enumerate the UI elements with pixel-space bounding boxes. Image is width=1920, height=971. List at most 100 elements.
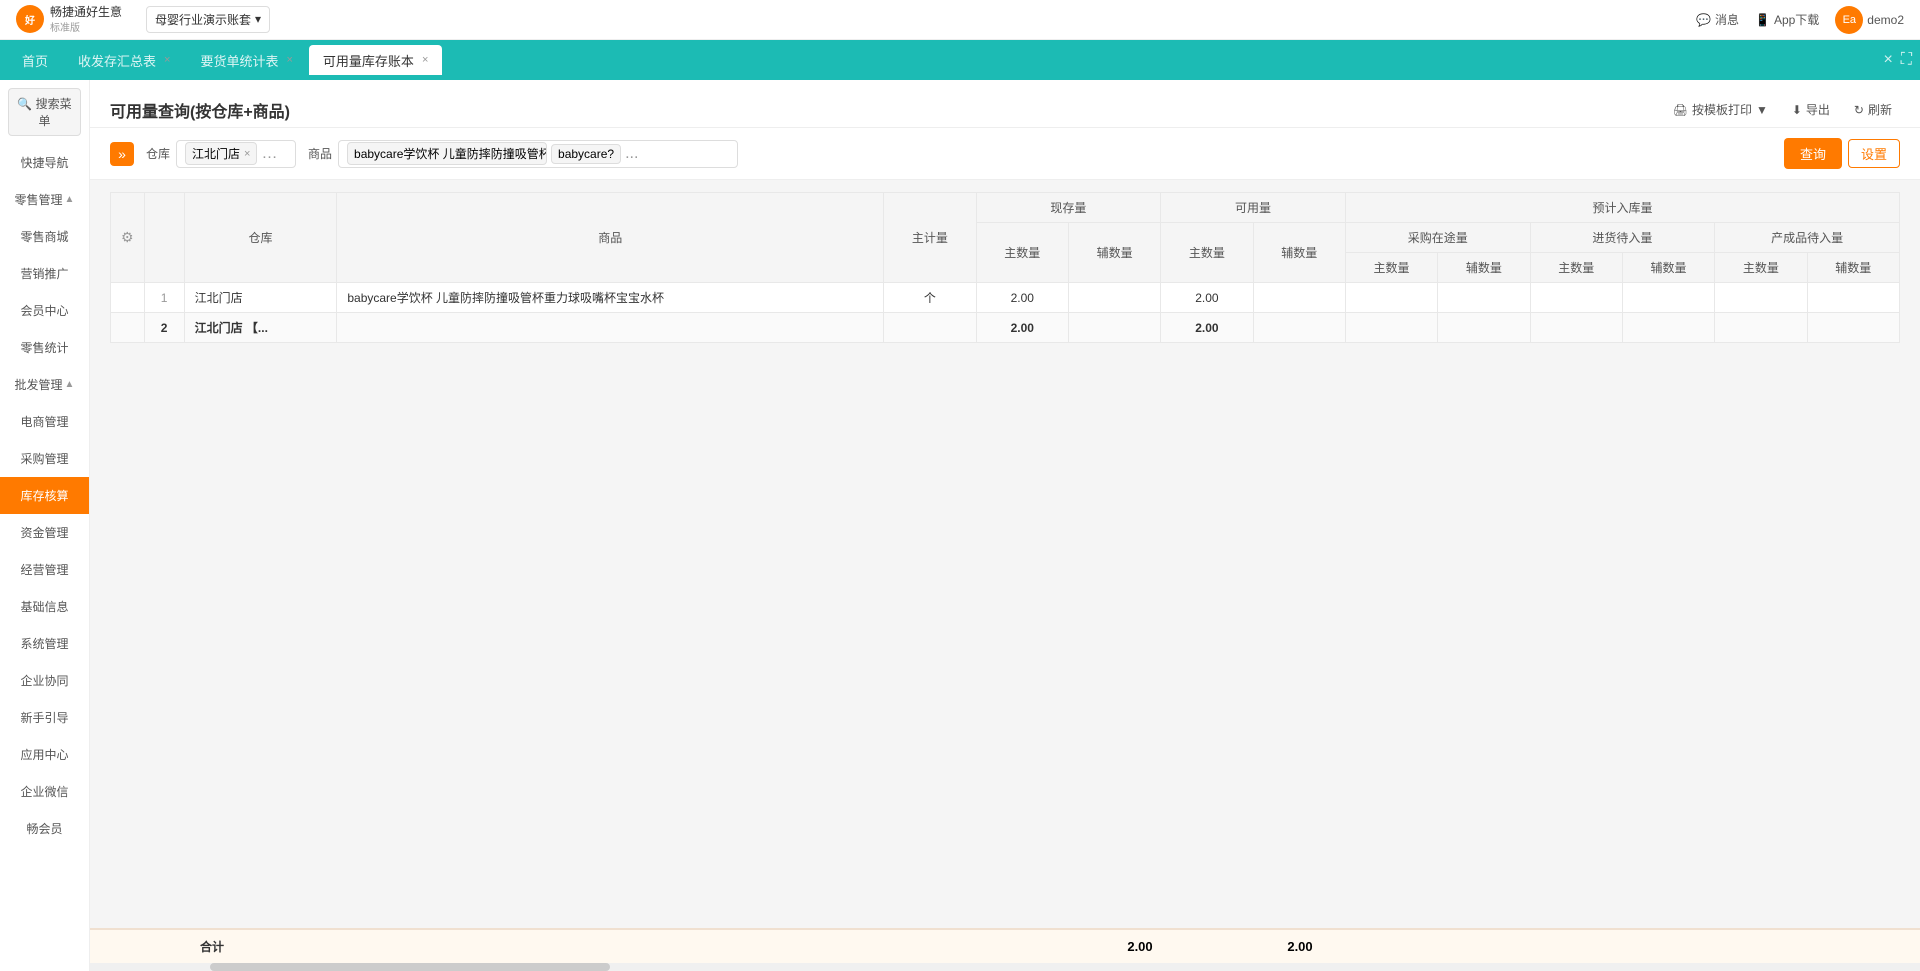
group-row: 2 江北门店 【... 2.00 2.00 bbox=[111, 313, 1900, 343]
tab-available-inventory[interactable]: 可用量库存账本 × bbox=[309, 45, 442, 75]
refresh-btn[interactable]: ↻ 刷新 bbox=[1846, 97, 1900, 122]
top-bar-right: 💬 消息 📱 App下载 Ea demo2 bbox=[1696, 6, 1904, 34]
product-tag-2: babycare? bbox=[551, 144, 621, 164]
tab-close-3[interactable]: × bbox=[422, 54, 428, 66]
group-stock-main: 2.00 bbox=[976, 313, 1068, 343]
th-num bbox=[144, 193, 184, 283]
th-available: 可用量 bbox=[1161, 193, 1346, 223]
footer-avail-main: 2.00 bbox=[1260, 939, 1340, 954]
scrollbar-thumb[interactable] bbox=[210, 963, 610, 971]
settings-btn[interactable]: 设置 bbox=[1848, 139, 1900, 168]
group-fin-pend-main bbox=[1715, 313, 1807, 343]
sidebar-item-retail-mall[interactable]: 零售商城 bbox=[0, 218, 89, 255]
row-unit: 个 bbox=[884, 283, 976, 313]
group-warehouse: 江北门店 【... bbox=[184, 313, 337, 343]
sidebar-item-wholesale-mgmt[interactable]: 批发管理 ▲ bbox=[0, 366, 89, 403]
sidebar-item-quick-nav[interactable]: 快捷导航 bbox=[0, 144, 89, 181]
sidebar-item-basic-info[interactable]: 基础信息 bbox=[0, 588, 89, 625]
sidebar-item-corp-collab[interactable]: 企业协同 bbox=[0, 662, 89, 699]
th-stock-main: 主数量 bbox=[976, 223, 1068, 283]
sidebar-item-retail-stats[interactable]: 零售统计 bbox=[0, 329, 89, 366]
sidebar-search-area: 🔍 搜索菜单 bbox=[0, 80, 89, 144]
warehouse-remove-btn[interactable]: × bbox=[244, 148, 250, 160]
filter-expand-btn[interactable]: » bbox=[110, 142, 134, 166]
table-area: ⚙ 仓库 商品 主计量 现存量 可用量 预计入库量 主数量 辅数量 主数量 bbox=[90, 180, 1920, 928]
tab-home-label: 首页 bbox=[22, 51, 48, 70]
group-unit bbox=[884, 313, 976, 343]
store-name: 母婴行业演示账套 bbox=[155, 11, 251, 28]
message-icon: 💬 bbox=[1696, 13, 1711, 27]
group-settings bbox=[111, 313, 145, 343]
template-dropdown-icon: ▼ bbox=[1756, 103, 1768, 117]
store-selector[interactable]: 母婴行业演示账套 ▾ bbox=[146, 6, 270, 33]
product-more-btn[interactable]: ... bbox=[625, 145, 638, 163]
tab-close-1[interactable]: × bbox=[164, 54, 170, 66]
app-download-btn[interactable]: 📱 App下载 bbox=[1755, 11, 1819, 28]
sidebar: 🔍 搜索菜单 快捷导航 零售管理 ▲ 零售商城 营销推广 会员中心 零售统计 批… bbox=[0, 80, 90, 971]
export-icon: ⬇ bbox=[1792, 103, 1802, 117]
template-print-btn[interactable]: 🖨 按模板打印 ▼ bbox=[1665, 97, 1776, 122]
retail-mgmt-arrow: ▲ bbox=[65, 194, 75, 205]
sidebar-item-member-center[interactable]: 会员中心 bbox=[0, 292, 89, 329]
logo-icon: 好 bbox=[16, 5, 44, 33]
sidebar-item-ops-mgmt[interactable]: 经营管理 bbox=[0, 551, 89, 588]
warehouse-more-btn[interactable]: … bbox=[261, 145, 277, 163]
th-current-stock: 现存量 bbox=[976, 193, 1161, 223]
tab-label-3: 可用量库存账本 bbox=[323, 51, 414, 70]
sidebar-item-inventory-check[interactable]: 库存核算 bbox=[0, 477, 89, 514]
tab-order-stats[interactable]: 要货单统计表 × bbox=[186, 45, 306, 75]
warehouse-filter-group: 仓库 江北门店 × … bbox=[146, 140, 296, 168]
column-settings-icon[interactable]: ⚙ bbox=[121, 229, 134, 245]
avatar: Ea bbox=[1835, 6, 1863, 34]
sidebar-item-app-center[interactable]: 应用中心 bbox=[0, 736, 89, 773]
sidebar-item-new-guide[interactable]: 新手引导 bbox=[0, 699, 89, 736]
th-finished-pending: 产成品待入量 bbox=[1715, 223, 1900, 253]
query-btn[interactable]: 查询 bbox=[1784, 138, 1842, 169]
sidebar-item-ecommerce[interactable]: 电商管理 bbox=[0, 403, 89, 440]
row-goods-pend-aux bbox=[1622, 283, 1714, 313]
table-row: 1 江北门店 babycare学饮杯 儿童防摔防撞吸管杯重力球吸嘴杯宝宝水杯 个… bbox=[111, 283, 1900, 313]
nav-tabs: 首页 收发存汇总表 × 要货单统计表 × 可用量库存账本 × × ⛶ bbox=[0, 40, 1920, 80]
sidebar-item-retail-mgmt[interactable]: 零售管理 ▲ bbox=[0, 181, 89, 218]
tab-home[interactable]: 首页 bbox=[8, 45, 62, 75]
tab-close-2[interactable]: × bbox=[286, 54, 292, 66]
th-expected-in: 预计入库量 bbox=[1345, 193, 1899, 223]
th-settings: ⚙ bbox=[111, 193, 145, 283]
group-avail-aux bbox=[1253, 313, 1345, 343]
row-num: 1 bbox=[144, 283, 184, 313]
print-icon: 🖨 bbox=[1673, 103, 1688, 117]
sidebar-item-member[interactable]: 畅会员 bbox=[0, 810, 89, 847]
sidebar-item-sys-mgmt[interactable]: 系统管理 bbox=[0, 625, 89, 662]
top-bar: 好 畅捷通好生意 标准版 母婴行业演示账套 ▾ 💬 消息 📱 App下载 Ea … bbox=[0, 0, 1920, 40]
fullscreen-icon[interactable]: ⛶ bbox=[1901, 51, 1912, 69]
group-pur-transit-aux bbox=[1438, 313, 1530, 343]
bottom-scrollbar[interactable] bbox=[90, 963, 1920, 971]
th-stock-aux: 辅数量 bbox=[1068, 223, 1160, 283]
group-product bbox=[337, 313, 884, 343]
warehouse-input[interactable]: 江北门店 × … bbox=[176, 140, 296, 168]
tab-label-2: 要货单统计表 bbox=[200, 51, 278, 70]
user-area[interactable]: Ea demo2 bbox=[1835, 6, 1904, 34]
logo-text: 畅捷通好生意 bbox=[50, 5, 122, 19]
row-goods-pend-main bbox=[1530, 283, 1622, 313]
content-area: 可用量查询(按仓库+商品) 🖨 按模板打印 ▼ ⬇ 导出 ↻ 刷新 » bbox=[90, 80, 1920, 971]
close-all-tabs-icon[interactable]: × bbox=[1883, 51, 1892, 69]
th-warehouse: 仓库 bbox=[184, 193, 337, 283]
export-btn[interactable]: ⬇ 导出 bbox=[1784, 97, 1838, 122]
product-filter-group: 商品 babycare学饮杯 儿童防摔防撞吸管杯重力球吸嘴杯宝宝水杯 × bab… bbox=[308, 140, 1772, 168]
sidebar-item-corp-wechat[interactable]: 企业微信 bbox=[0, 773, 89, 810]
tab-collection-summary[interactable]: 收发存汇总表 × bbox=[64, 45, 184, 75]
group-stock-aux bbox=[1068, 313, 1160, 343]
th-avail-main: 主数量 bbox=[1161, 223, 1253, 283]
group-goods-pend-main bbox=[1530, 313, 1622, 343]
tab-label-1: 收发存汇总表 bbox=[78, 51, 156, 70]
th-pur-transit-main: 主数量 bbox=[1345, 253, 1437, 283]
row-stock-main: 2.00 bbox=[976, 283, 1068, 313]
th-product: 商品 bbox=[337, 193, 884, 283]
product-input[interactable]: babycare学饮杯 儿童防摔防撞吸管杯重力球吸嘴杯宝宝水杯 × babyca… bbox=[338, 140, 738, 168]
message-btn[interactable]: 💬 消息 bbox=[1696, 11, 1739, 28]
sidebar-item-finance-mgmt[interactable]: 资金管理 bbox=[0, 514, 89, 551]
sidebar-search-btn[interactable]: 🔍 搜索菜单 bbox=[8, 88, 81, 136]
sidebar-item-purchase-mgmt[interactable]: 采购管理 bbox=[0, 440, 89, 477]
sidebar-item-marketing[interactable]: 营销推广 bbox=[0, 255, 89, 292]
